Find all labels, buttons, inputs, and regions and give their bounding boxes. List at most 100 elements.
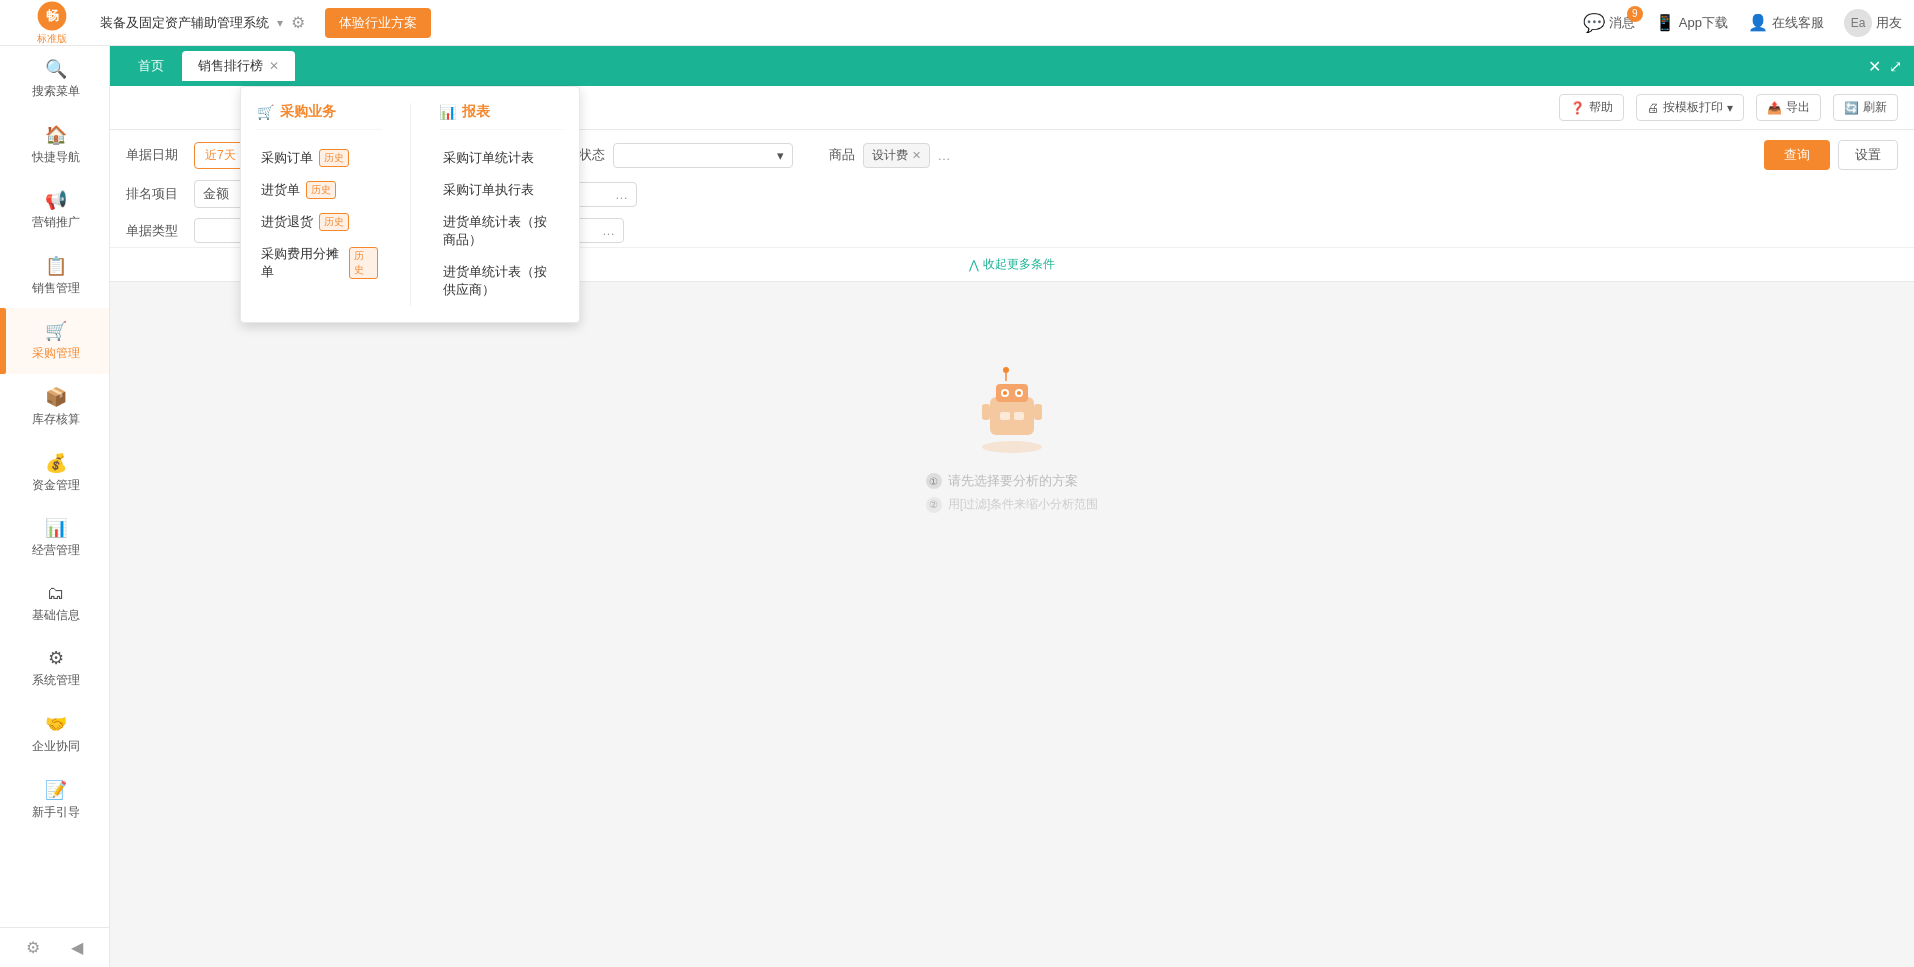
sidebar-item-finance[interactable]: 💰 资金管理 <box>0 440 109 506</box>
goods-dots[interactable]: … <box>938 148 951 163</box>
query-btns: 查询 设置 <box>1764 140 1898 170</box>
topbar-title: 装备及固定资产辅助管理系统 ▾ ⚙ 体验行业方案 <box>100 8 1583 38</box>
user-btn[interactable]: Ea 用友 <box>1844 9 1902 37</box>
sidebar-item-system[interactable]: ⚙ 系统管理 <box>0 635 109 701</box>
dropdown-purchase-title: 🛒 采购业务 <box>257 103 382 130</box>
sidebar-item-basicinfo[interactable]: 🗂 基础信息 <box>0 571 109 636</box>
query-btn[interactable]: 查询 <box>1764 140 1830 170</box>
tab-sales-rank-label: 销售排行榜 <box>198 57 263 75</box>
collapse-btn[interactable]: ⋀ 收起更多条件 <box>969 256 1055 273</box>
service-btn[interactable]: 👤 在线客服 <box>1748 13 1824 32</box>
basicinfo-icon: 🗂 <box>47 583 65 604</box>
print-btn[interactable]: 🖨 按模板打印 ▾ <box>1636 94 1744 121</box>
svg-rect-11 <box>982 404 990 420</box>
search-icon: 🔍 <box>45 58 67 80</box>
dropdown-item-po[interactable]: 采购订单 历史 <box>257 142 382 174</box>
help-icon: ❓ <box>1570 101 1585 115</box>
empty-illustration <box>962 362 1062 462</box>
sidebar-collapse-icon[interactable]: ◀ <box>71 938 83 957</box>
export-btn[interactable]: 📤 导出 <box>1756 94 1821 121</box>
hist-tag-receipt: 历史 <box>306 181 336 199</box>
dropdown-item-expense[interactable]: 采购费用分摊单 历史 <box>257 238 382 288</box>
sidebar-item-warehouse[interactable]: 📦 库存核算 <box>0 374 109 440</box>
goods-filter-group: 商品 设计费 ✕ … <box>829 143 951 168</box>
refresh-icon: 🔄 <box>1844 101 1859 115</box>
tab-sales-rank[interactable]: 销售排行榜 ✕ <box>182 51 295 81</box>
service-label: 在线客服 <box>1772 14 1824 32</box>
title-arrow[interactable]: ▾ <box>277 16 283 30</box>
sidebar-item-quick[interactable]: 🏠 快捷导航 <box>0 112 109 178</box>
dropdown-item-receipt-stats[interactable]: 进货单统计表（按商品） <box>439 206 564 256</box>
goods-tag-remove[interactable]: ✕ <box>912 149 921 162</box>
sales-icon: 📋 <box>45 255 67 277</box>
goods-tag: 设计费 ✕ <box>863 143 930 168</box>
content-area: 首页 销售排行榜 ✕ ✕ ⤢ ❓ 帮助 <box>110 46 1914 967</box>
dropdown-item-receipt[interactable]: 进货单 历史 <box>257 174 382 206</box>
svg-rect-3 <box>990 397 1034 435</box>
avatar: Ea <box>1844 9 1872 37</box>
sidebar-item-sales[interactable]: 📋 销售管理 <box>0 243 109 309</box>
print-icon: 🖨 <box>1647 101 1659 115</box>
service-icon: 👤 <box>1748 13 1768 32</box>
home-icon: 🏠 <box>45 124 67 146</box>
dropdown-item-po-stats[interactable]: 采购订单统计表 <box>439 142 564 174</box>
settings-filter-btn[interactable]: 设置 <box>1838 140 1898 170</box>
dropdown-divider <box>410 103 411 306</box>
salesperson-dots: … <box>615 187 628 202</box>
tab-expand-icon[interactable]: ⤢ <box>1889 57 1902 76</box>
purchase-title-icon: 🛒 <box>257 104 274 120</box>
tab-bar: 首页 销售排行榜 ✕ ✕ ⤢ <box>110 46 1914 86</box>
messages-btn[interactable]: 💬 9 消息 <box>1583 12 1635 34</box>
sidebar-item-enterprise[interactable]: 🤝 企业协同 <box>0 701 109 767</box>
refresh-btn[interactable]: 🔄 刷新 <box>1833 94 1898 121</box>
sidebar-finance-label: 资金管理 <box>32 478 80 494</box>
status-filter-group: 单据状态 ▾ <box>553 143 793 168</box>
sidebar-warehouse-label: 库存核算 <box>32 412 80 428</box>
dropdown-report-title: 📊 报表 <box>439 103 564 130</box>
sidebar-purchase-label: 采购管理 <box>32 346 80 362</box>
tab-home[interactable]: 首页 <box>122 51 180 81</box>
sidebar-quick-label: 快捷导航 <box>32 150 80 166</box>
phone-icon: 📱 <box>1655 13 1675 32</box>
settings-icon[interactable]: ⚙ <box>291 13 305 32</box>
sidebar-search-label: 搜索菜单 <box>32 84 80 100</box>
sidebar-item-purchase[interactable]: 🛒 采购管理 <box>0 308 109 374</box>
order-type-label: 单据类型 <box>126 222 178 240</box>
sidebar-item-search[interactable]: 🔍 搜索菜单 <box>0 46 109 112</box>
dropdown-item-return[interactable]: 进货退货 历史 <box>257 206 382 238</box>
sidebar-guide-label: 新手引导 <box>32 805 80 821</box>
sidebar-operations-label: 经营管理 <box>32 543 80 559</box>
tab-home-label: 首页 <box>138 57 164 75</box>
purchase-icon: 🛒 <box>45 320 67 342</box>
sidebar-item-marketing[interactable]: 📢 营销推广 <box>0 177 109 243</box>
sidebar-gear-icon[interactable]: ⚙ <box>26 938 40 957</box>
svg-point-14 <box>1003 367 1009 373</box>
svg-point-7 <box>1003 391 1007 395</box>
empty-hint-1: ① 请先选择要分析的方案 <box>926 472 1099 490</box>
dropdown-item-po-exec[interactable]: 采购订单执行表 <box>439 174 564 206</box>
svg-rect-10 <box>1014 412 1024 420</box>
export-icon: 📤 <box>1767 101 1782 115</box>
tab-close-icon[interactable]: ✕ <box>269 59 279 73</box>
svg-rect-9 <box>1000 412 1010 420</box>
industry-btn[interactable]: 体验行业方案 <box>325 8 431 38</box>
system-icon: ⚙ <box>48 647 64 669</box>
sidebar-bottom: ⚙ ◀ <box>0 927 109 967</box>
main-layout: 🔍 搜索菜单 🏠 快捷导航 📢 营销推广 📋 销售管理 🛒 采购管理 📦 库存核… <box>0 46 1914 967</box>
date-filter-label: 单据日期 <box>126 146 178 164</box>
operations-icon: 📊 <box>45 517 67 539</box>
dropdown-item-receipt-supplier[interactable]: 进货单统计表（按供应商） <box>439 256 564 306</box>
tab-bar-right: ✕ ⤢ <box>1868 57 1902 76</box>
app-download-btn[interactable]: 📱 App下载 <box>1655 13 1728 32</box>
sidebar-item-operations[interactable]: 📊 经营管理 <box>0 505 109 571</box>
logo-text: 标准版 <box>37 32 67 46</box>
status-select[interactable]: ▾ <box>613 143 793 168</box>
report-title-icon: 📊 <box>439 104 456 120</box>
system-title: 装备及固定资产辅助管理系统 <box>100 14 269 32</box>
help-btn[interactable]: ❓ 帮助 <box>1559 94 1624 121</box>
sidebar-item-guide[interactable]: 📝 新手引导 <box>0 767 109 833</box>
date-btn-7days[interactable]: 近7天 <box>194 142 247 169</box>
tab-close-all-icon[interactable]: ✕ <box>1868 57 1881 76</box>
svg-point-8 <box>1017 391 1021 395</box>
customer-dots: … <box>602 223 615 238</box>
